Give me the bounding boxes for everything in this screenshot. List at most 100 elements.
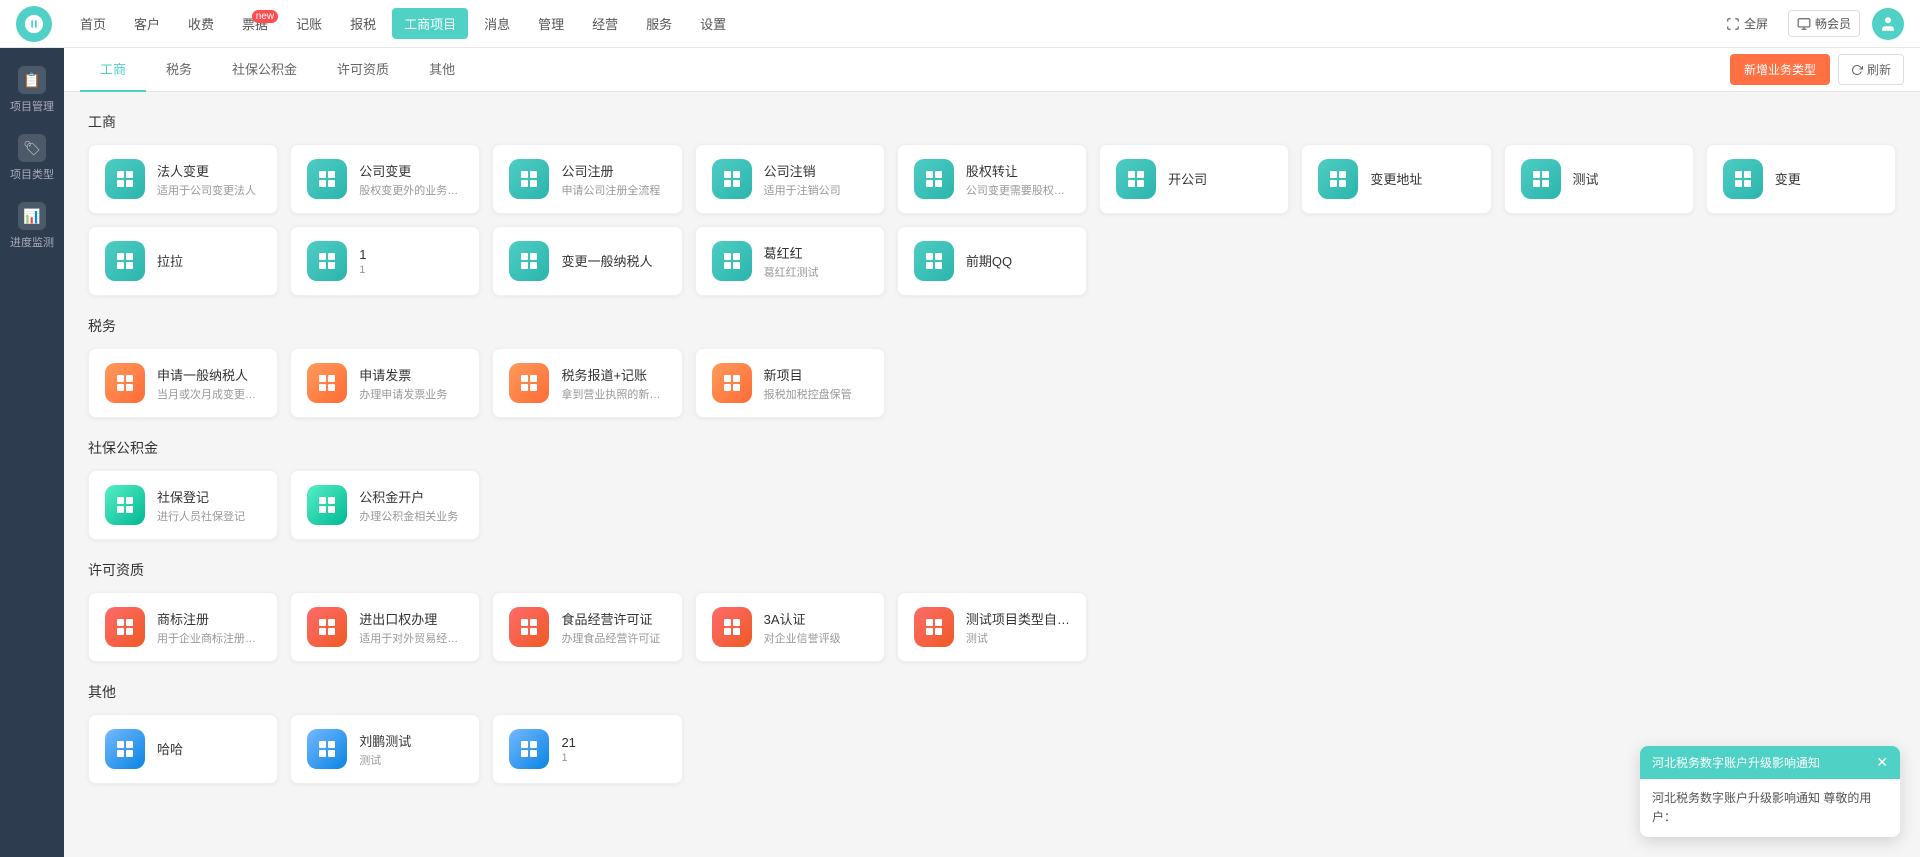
member-button[interactable]: 畅会员 [1788, 10, 1860, 37]
card-desc-guhonghong: 葛红红测试 [764, 264, 868, 280]
card-text-company-register: 公司注册申请公司注册全流程 [561, 161, 665, 198]
card-test-type[interactable]: 测试项目类型自定义测试 [897, 592, 1087, 662]
card-apply-general-tax[interactable]: 申请一般纳税人当月或次月成变更完成 [88, 348, 278, 418]
nav-item-tickets[interactable]: 票据new [230, 8, 280, 39]
nav-item-messages[interactable]: 消息 [472, 8, 522, 39]
card-icon-equity-transfer [914, 159, 954, 199]
nav-item-home[interactable]: 首页 [68, 8, 118, 39]
refresh-button[interactable]: 刷新 [1838, 54, 1904, 85]
cards-grid-shebao-section: 社保登记进行人员社保登记 公积金开户办理公积金相关业务 [88, 470, 1896, 540]
sidebar: 📋 项目管理 🏷 项目类型 📊 进度监测 [0, 48, 64, 857]
new-type-button[interactable]: 新增业务类型 [1730, 54, 1830, 85]
card-text-change-tax: 变更一般纳税人 [561, 251, 665, 272]
card-qianqi-qq[interactable]: 前期QQ [897, 226, 1087, 296]
card-name-import-export: 进出口权办理 [359, 609, 463, 628]
nav-item-billing[interactable]: 收费 [176, 8, 226, 39]
card-change1[interactable]: 变更 [1706, 144, 1896, 214]
card-text-equity-transfer: 股权转让公司变更需要股权转让 [966, 161, 1070, 198]
card-import-export[interactable]: 进出口权办理适用于对外贸易经营者 [290, 592, 480, 662]
card-change-tax[interactable]: 变更一般纳税人 [492, 226, 682, 296]
card-desc-liupeng-test: 测试 [359, 752, 463, 768]
card-desc-import-export: 适用于对外贸易经营者 [359, 630, 463, 646]
card-text-3a-cert: 3A认证对企业信誉评级 [764, 609, 868, 646]
card-company-cancel[interactable]: 公司注销适用于注销公司 [695, 144, 885, 214]
card-provident-fund[interactable]: 公积金开户办理公积金相关业务 [290, 470, 480, 540]
card-text-lala: 拉拉 [157, 251, 261, 272]
content-area: 工商税务社保公积金许可资质其他 新增业务类型 刷新 工商 法人变更适用于公司变更… [64, 48, 1920, 857]
card-desc-apply-invoice: 办理申请发票业务 [359, 386, 463, 402]
section-shebao-section: 社保公积金 社保登记进行人员社保登记 公积金开户办理公积金相关业务 [88, 438, 1896, 540]
card-num21[interactable]: 211 [492, 714, 682, 784]
card-lala[interactable]: 拉拉 [88, 226, 278, 296]
card-name-guhonghong: 葛红红 [764, 243, 868, 262]
card-social-register[interactable]: 社保登记进行人员社保登记 [88, 470, 278, 540]
tab-other[interactable]: 其他 [409, 48, 475, 92]
card-icon-num21 [509, 729, 549, 769]
card-apply-invoice[interactable]: 申请发票办理申请发票业务 [290, 348, 480, 418]
sidebar-label-progress: 进度监测 [10, 234, 54, 250]
card-change-address[interactable]: 变更地址 [1301, 144, 1491, 214]
nav-item-clients[interactable]: 客户 [122, 8, 172, 39]
nav-item-management[interactable]: 管理 [526, 8, 576, 39]
card-legal-change[interactable]: 法人变更适用于公司变更法人 [88, 144, 278, 214]
card-haha[interactable]: 哈哈 [88, 714, 278, 784]
card-company-register[interactable]: 公司注册申请公司注册全流程 [492, 144, 682, 214]
notification-body: 河北税务数字账户升级影响通知 尊敬的用户： [1640, 779, 1900, 837]
sidebar-item-progress[interactable]: 📊 进度监测 [0, 192, 64, 260]
card-trademark[interactable]: 商标注册用于企业商标注册服务 [88, 592, 278, 662]
card-desc-company-cancel: 适用于注销公司 [764, 182, 868, 198]
card-icon-trademark [105, 607, 145, 647]
card-name-num1: 1 [359, 247, 463, 262]
card-food-permit[interactable]: 食品经营许可证办理食品经营许可证 [492, 592, 682, 662]
nav-item-tax[interactable]: 报税 [338, 8, 388, 39]
card-num1[interactable]: 11 [290, 226, 480, 296]
notification-close[interactable]: ✕ [1876, 754, 1888, 771]
nav-item-operations[interactable]: 经营 [580, 8, 630, 39]
card-text-change1: 变更 [1775, 169, 1879, 190]
card-3a-cert[interactable]: 3A认证对企业信誉评级 [695, 592, 885, 662]
card-company-change[interactable]: 公司变更股权变更外的业务变更 [290, 144, 480, 214]
card-open-company[interactable]: 开公司 [1099, 144, 1289, 214]
tab-tax[interactable]: 税务 [146, 48, 212, 92]
tab-shebao[interactable]: 社保公积金 [212, 48, 317, 92]
tab-gongshang[interactable]: 工商 [80, 48, 146, 92]
avatar[interactable] [1872, 8, 1904, 40]
tab-permit[interactable]: 许可资质 [317, 48, 409, 92]
card-name-equity-transfer: 股权转让 [966, 161, 1070, 180]
card-name-open-company: 开公司 [1168, 169, 1272, 188]
card-desc-new-project: 报税加税控盘保管 [764, 386, 868, 402]
card-icon-open-company [1116, 159, 1156, 199]
nav-item-gongshang[interactable]: 工商项目 [392, 8, 468, 39]
nav-item-bookkeeping[interactable]: 记账 [284, 8, 334, 39]
card-icon-3a-cert [712, 607, 752, 647]
card-guhonghong[interactable]: 葛红红葛红红测试 [695, 226, 885, 296]
card-icon-tax-report-bookkeeping [509, 363, 549, 403]
card-new-project[interactable]: 新项目报税加税控盘保管 [695, 348, 885, 418]
card-icon-import-export [307, 607, 347, 647]
sidebar-item-project-type[interactable]: 🏷 项目类型 [0, 124, 64, 192]
section-gongshang-section: 工商 法人变更适用于公司变更法人 公司变更股权变更外的业务变更 公司注册申请公司… [88, 112, 1896, 296]
card-test1[interactable]: 测试 [1504, 144, 1694, 214]
card-desc-test-type: 测试 [966, 630, 1070, 646]
card-name-legal-change: 法人变更 [157, 161, 261, 180]
nav-item-services[interactable]: 服务 [634, 8, 684, 39]
card-tax-report-bookkeeping[interactable]: 税务报道+记账拿到营业执照的新公司 [492, 348, 682, 418]
card-liupeng-test[interactable]: 刘鹏测试测试 [290, 714, 480, 784]
section-title-tax-section: 税务 [88, 316, 1896, 336]
section-other-section: 其他 哈哈 刘鹏测试测试 211 [88, 682, 1896, 784]
top-nav: 首页客户收费票据new记账报税工商项目消息管理经营服务设置 全屏 畅会员 [0, 0, 1920, 48]
nav-item-settings[interactable]: 设置 [688, 8, 738, 39]
card-name-apply-general-tax: 申请一般纳税人 [157, 365, 261, 384]
sidebar-label-project-type: 项目类型 [10, 166, 54, 182]
card-name-provident-fund: 公积金开户 [359, 487, 463, 506]
sidebar-item-project-mgmt[interactable]: 📋 项目管理 [0, 56, 64, 124]
card-name-apply-invoice: 申请发票 [359, 365, 463, 384]
card-desc-company-register: 申请公司注册全流程 [561, 182, 665, 198]
card-equity-transfer[interactable]: 股权转让公司变更需要股权转让 [897, 144, 1087, 214]
card-name-company-cancel: 公司注销 [764, 161, 868, 180]
cards-grid-other-section: 哈哈 刘鹏测试测试 211 [88, 714, 1896, 784]
fullscreen-button[interactable]: 全屏 [1718, 11, 1776, 36]
card-text-haha: 哈哈 [157, 739, 261, 760]
card-name-food-permit: 食品经营许可证 [561, 609, 665, 628]
card-icon-company-change [307, 159, 347, 199]
